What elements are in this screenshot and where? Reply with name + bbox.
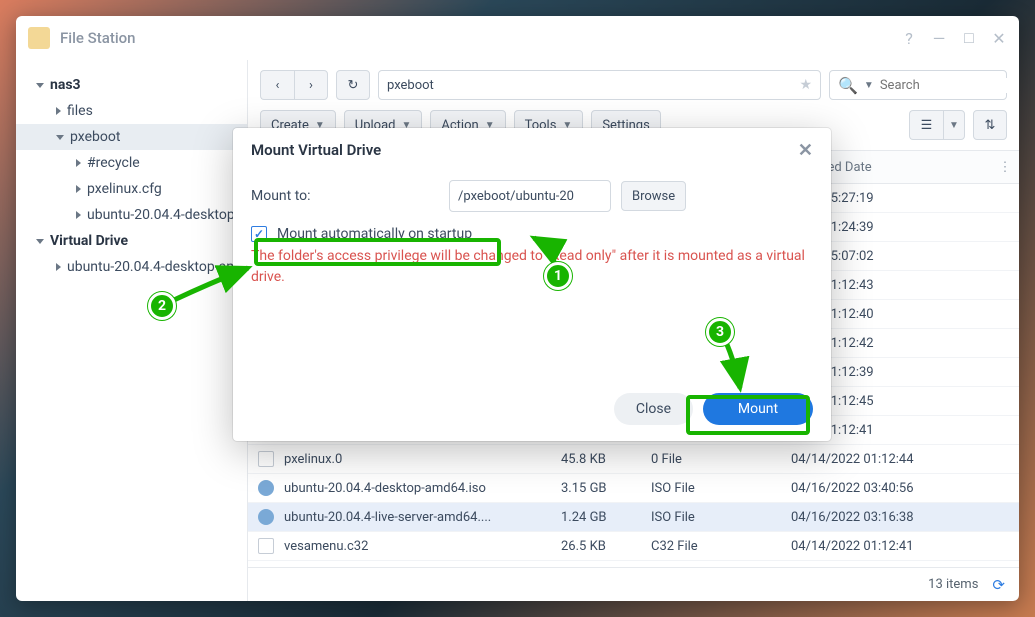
tree-item-recycle[interactable]: #recycle [16,150,247,176]
path-field[interactable] [387,78,799,93]
tree-item-files[interactable]: files [16,98,247,124]
app-title: File Station [60,29,136,47]
file-date: 04/14/2022 01:12:44 [791,452,991,467]
chevron-right-icon [76,211,81,219]
file-type: ISO File [651,510,791,525]
sidebar: nas3 files pxeboot #recycle pxelinux.cfg… [16,60,248,601]
chevron-down-icon [56,135,64,140]
file-icon [258,538,274,554]
close-window-icon[interactable]: ✕ [991,30,1007,46]
dialog-close-icon[interactable]: ✕ [798,140,813,161]
sort-button[interactable]: ⇅ [973,110,1007,140]
file-size: 1.24 GB [561,510,651,525]
table-row[interactable]: ubuntu-20.04.4-desktop-amd64.iso3.15 GBI… [248,474,1019,503]
dialog-mount-button[interactable]: Mount [703,393,813,425]
file-type: C32 File [651,539,791,554]
nav-forward-button[interactable]: › [294,70,328,100]
chevron-down-icon[interactable]: ▼ [864,80,874,91]
file-name: vesamenu.c32 [284,539,561,554]
file-size: 3.15 GB [561,481,651,496]
dialog-close-button[interactable]: Close [614,393,693,425]
file-icon [258,451,274,467]
col-more-icon[interactable]: ⋮ [991,160,1019,175]
table-row[interactable]: ubuntu-20.04.4-live-server-amd64....1.24… [248,503,1019,532]
iso-icon [258,509,274,525]
checkbox-checked-icon: ✓ [251,226,267,242]
file-size: 26.5 KB [561,539,651,554]
file-name: pxelinux.0 [284,452,561,467]
tree-item-pxelinux-cfg[interactable]: pxelinux.cfg [16,176,247,202]
table-row[interactable]: pxelinux.045.8 KB0 File04/14/2022 01:12:… [248,445,1019,474]
auto-mount-label: Mount automatically on startup [277,226,472,242]
refresh-icon[interactable]: ⟳ [992,576,1005,594]
titlebar: File Station ? ― □ ✕ [16,16,1019,60]
search-icon: 🔍 [838,76,858,95]
tree-item-pxeboot[interactable]: pxeboot [16,124,247,150]
reload-button[interactable]: ↻ [336,70,370,100]
view-dropdown-button[interactable]: ▼ [943,110,965,140]
file-date: 04/14/2022 01:12:41 [791,539,991,554]
file-size: 45.8 KB [561,452,651,467]
file-date: 04/16/2022 03:40:56 [791,481,991,496]
table-row[interactable]: vesamenu.c3226.5 KBC32 File04/14/2022 01… [248,532,1019,561]
path-input[interactable]: ★ [378,70,821,100]
tree-root-virtual-drive[interactable]: Virtual Drive [16,228,247,254]
search-input[interactable] [880,78,1019,93]
auto-mount-checkbox[interactable]: ✓ Mount automatically on startup [251,226,813,242]
file-type: ISO File [651,481,791,496]
file-name: ubuntu-20.04.4-desktop-amd64.iso [284,481,561,496]
tree-item-vd-ubuntu[interactable]: ubuntu-20.04.4-desktop-amd64 [16,254,247,280]
chevron-right-icon [76,159,81,167]
view-list-button[interactable]: ☰ [909,110,943,140]
item-count: 13 items [928,577,978,592]
file-name: ubuntu-20.04.4-live-server-amd64.... [284,510,561,525]
browse-button[interactable]: Browse [621,181,686,211]
mount-virtual-drive-dialog: Mount Virtual Drive ✕ Mount to: Browse ✓… [233,128,831,441]
dialog-title: Mount Virtual Drive [251,141,381,159]
footer: 13 items ⟳ [248,567,1019,601]
iso-icon [258,480,274,496]
minimize-icon[interactable]: ― [931,30,947,46]
mount-to-input[interactable] [449,180,611,212]
help-icon[interactable]: ? [901,30,917,46]
app-icon [28,27,50,49]
chevron-right-icon [56,107,61,115]
chevron-right-icon [76,185,81,193]
maximize-icon[interactable]: □ [961,30,977,46]
search-box[interactable]: 🔍 ▼ [829,70,1007,100]
chevron-down-icon [36,239,44,244]
file-type: 0 File [651,452,791,467]
favorite-icon[interactable]: ★ [799,77,812,93]
tree-item-ubuntu-desktop[interactable]: ubuntu-20.04.4-desktop-amd64 [16,202,247,228]
chevron-down-icon [36,83,44,88]
mount-to-label: Mount to: [251,188,439,204]
file-date: 04/16/2022 03:16:38 [791,510,991,525]
tree-root-nas3[interactable]: nas3 [16,72,247,98]
chevron-right-icon [56,263,61,271]
dialog-warning: The folder's access privilege will be ch… [251,246,813,288]
nav-back-button[interactable]: ‹ [260,70,294,100]
